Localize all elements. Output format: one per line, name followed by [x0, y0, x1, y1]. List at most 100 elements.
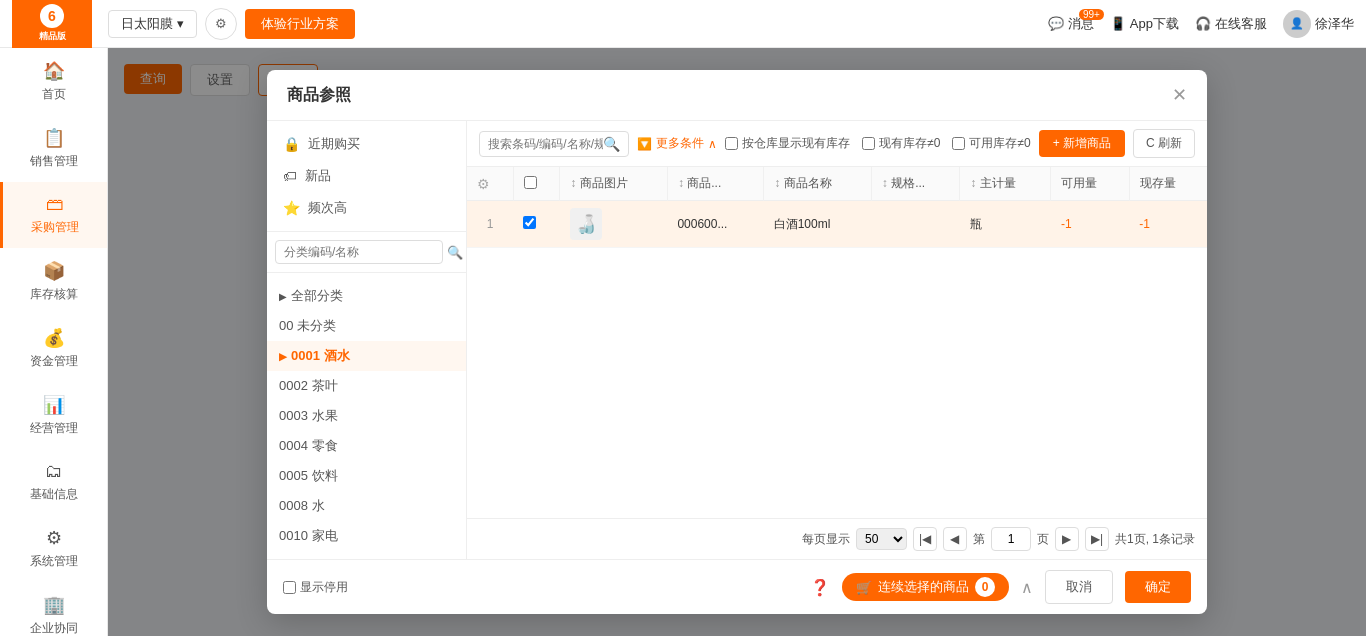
cat-00[interactable]: 00 未分类	[267, 311, 466, 341]
table-row[interactable]: 1 🍶	[467, 201, 1207, 248]
inventory-icon: 📦	[43, 260, 65, 282]
quick-new[interactable]: 🏷 新品	[275, 161, 458, 191]
add-product-button[interactable]: + 新增商品	[1039, 130, 1125, 157]
category-search-input[interactable]	[275, 240, 443, 264]
search-icon[interactable]: 🔍	[603, 136, 620, 152]
sidebar-item-sales[interactable]: 📋 销售管理	[0, 115, 107, 182]
show-disabled-label[interactable]: 显示停用	[283, 579, 348, 596]
quick-recent[interactable]: 🔒 近期购买	[275, 129, 458, 159]
modal-footer: 显示停用 ❓ 🛒 连续选择的商品 0 ∧ 取消 确定	[267, 559, 1207, 614]
row-spec	[871, 201, 959, 248]
th-unit: ↕ 主计量	[960, 167, 1051, 201]
cancel-button[interactable]: 取消	[1045, 570, 1113, 604]
row-code: 000600...	[667, 201, 763, 248]
select-all-checkbox[interactable]	[524, 176, 537, 189]
help-icon[interactable]: ❓	[810, 578, 830, 597]
page-last-button[interactable]: ▶|	[1085, 527, 1109, 551]
checkbox-stock-label[interactable]: 现有库存≠0	[862, 135, 940, 152]
cat-0003[interactable]: 0003 水果	[267, 401, 466, 431]
row-stock: -1	[1129, 201, 1207, 248]
product-table-wrap: ⚙ ↕ 商品图片	[467, 167, 1207, 518]
sales-icon: 📋	[43, 127, 65, 149]
product-search-input[interactable]	[488, 137, 603, 151]
filter-chevron-icon: ∧	[708, 137, 717, 151]
category-search-icon[interactable]: 🔍	[447, 245, 463, 260]
store-dropdown[interactable]: 日太阳膜 ▾	[108, 10, 197, 38]
checkbox-stock[interactable]	[862, 137, 875, 150]
settings-icon: ⚙	[477, 176, 490, 192]
quick-frequent[interactable]: ⭐ 频次高	[275, 193, 458, 223]
cat-all[interactable]: ▶ 全部分类	[267, 281, 466, 311]
topnav: 6 精品版 日太阳膜 ▾ ⚙ 体验行业方案 💬 消息 99+ 📱 App下载 🎧…	[0, 0, 1366, 48]
cat-0010[interactable]: 0010 家电	[267, 521, 466, 551]
finance-icon: 💰	[43, 327, 65, 349]
cart-count-badge: 0	[975, 577, 995, 597]
sidebar-item-inventory[interactable]: 📦 库存核算	[0, 248, 107, 315]
cat-0004[interactable]: 0004 零食	[267, 431, 466, 461]
home-icon: 🏠	[43, 60, 65, 82]
checkbox-usable-label[interactable]: 可用库存≠0	[952, 135, 1030, 152]
cat-0001[interactable]: ▶ 0001 酒水	[267, 341, 466, 371]
try-button[interactable]: 体验行业方案	[245, 9, 355, 39]
content-area: 查询 设置 刷新 商品参照 ✕ 🔒	[108, 48, 1366, 636]
app-download-nav[interactable]: 📱 App下载	[1110, 15, 1179, 33]
row-checkbox[interactable]	[523, 216, 536, 229]
main-layout: 🏠 首页 📋 销售管理 🗃 采购管理 📦 库存核算 💰 资金管理 📊 经营管理 …	[0, 48, 1366, 636]
th-spec: ↕ 规格...	[871, 167, 959, 201]
topnav-right: 💬 消息 99+ 📱 App下载 🎧 在线客服 👤 徐泽华	[1048, 10, 1354, 38]
operation-icon: 📊	[43, 394, 65, 416]
row-unit: 瓶	[960, 201, 1051, 248]
sidebar-item-operation[interactable]: 📊 经营管理	[0, 382, 107, 449]
gear-button[interactable]: ⚙	[205, 8, 237, 40]
page-number-input[interactable]	[991, 527, 1031, 551]
th-usable: 可用量	[1051, 167, 1129, 201]
row-num: 1	[467, 201, 513, 248]
cat-0002[interactable]: 0002 茶叶	[267, 371, 466, 401]
page-first-button[interactable]: |◀	[913, 527, 937, 551]
cat-0008[interactable]: 0008 水	[267, 491, 466, 521]
row-checkbox-cell[interactable]	[513, 201, 560, 248]
per-page-select[interactable]: 20 50 100 200	[856, 528, 907, 550]
right-panel: 🔍 🔽 更多条件 ∧ 按仓库显示现有库存	[467, 121, 1207, 559]
refresh-product-button[interactable]: C 刷新	[1133, 129, 1195, 158]
th-settings[interactable]: ⚙	[467, 167, 513, 201]
user-nav[interactable]: 👤 徐泽华	[1283, 10, 1354, 38]
sidebar-item-purchase[interactable]: 🗃 采购管理	[0, 182, 107, 248]
toolbar-right: + 新增商品 C 刷新	[1039, 129, 1195, 158]
phone-icon: 📱	[1110, 16, 1126, 31]
service-nav[interactable]: 🎧 在线客服	[1195, 15, 1267, 33]
sidebar-item-system[interactable]: ⚙ 系统管理	[0, 515, 107, 582]
modal-close-button[interactable]: ✕	[1172, 84, 1187, 106]
chevron-up-icon[interactable]: ∧	[1021, 578, 1033, 597]
chevron-down-icon: ▾	[177, 16, 184, 31]
sidebar-item-finance[interactable]: 💰 资金管理	[0, 315, 107, 382]
checkbox-usable[interactable]	[952, 137, 965, 150]
page-next-button[interactable]: ▶	[1055, 527, 1079, 551]
cart-button[interactable]: 🛒 连续选择的商品 0	[842, 573, 1009, 601]
left-panel: 🔒 近期购买 🏷 新品 ⭐ 频次高	[267, 121, 467, 559]
row-name: 白酒100ml	[764, 201, 872, 248]
product-thumbnail: 🍶	[570, 208, 602, 240]
modal-overlay: 商品参照 ✕ 🔒 近期购买 🏷	[108, 48, 1366, 636]
footer-right: ❓ 🛒 连续选择的商品 0 ∧ 取消 确定	[810, 570, 1191, 604]
topnav-center: 日太阳膜 ▾ ⚙ 体验行业方案	[92, 8, 1048, 40]
th-checkbox[interactable]	[513, 167, 560, 201]
frequent-icon: ⭐	[283, 200, 300, 216]
cat-0005[interactable]: 0005 饮料	[267, 461, 466, 491]
modal-header: 商品参照 ✕	[267, 70, 1207, 121]
show-disabled-checkbox[interactable]	[283, 581, 296, 594]
confirm-button[interactable]: 确定	[1125, 571, 1191, 603]
sidebar-item-basic[interactable]: 🗂 基础信息	[0, 449, 107, 515]
sidebar-item-home[interactable]: 🏠 首页	[0, 48, 107, 115]
filter-icon: 🔽	[637, 137, 652, 151]
checkbox-warehouse[interactable]	[725, 137, 738, 150]
headset-icon: 🎧	[1195, 16, 1211, 31]
filter-button[interactable]: 🔽 更多条件 ∧	[637, 135, 717, 152]
sidebar-item-enterprise[interactable]: 🏢 企业协同	[0, 582, 107, 636]
page-prev-button[interactable]: ◀	[943, 527, 967, 551]
messages-nav[interactable]: 💬 消息 99+	[1048, 15, 1094, 33]
modal-body: 🔒 近期购买 🏷 新品 ⭐ 频次高	[267, 121, 1207, 559]
checkbox-warehouse-label[interactable]: 按仓库显示现有库存	[725, 135, 850, 152]
row-usable: -1	[1051, 201, 1129, 248]
quick-access: 🔒 近期购买 🏷 新品 ⭐ 频次高	[267, 121, 466, 232]
